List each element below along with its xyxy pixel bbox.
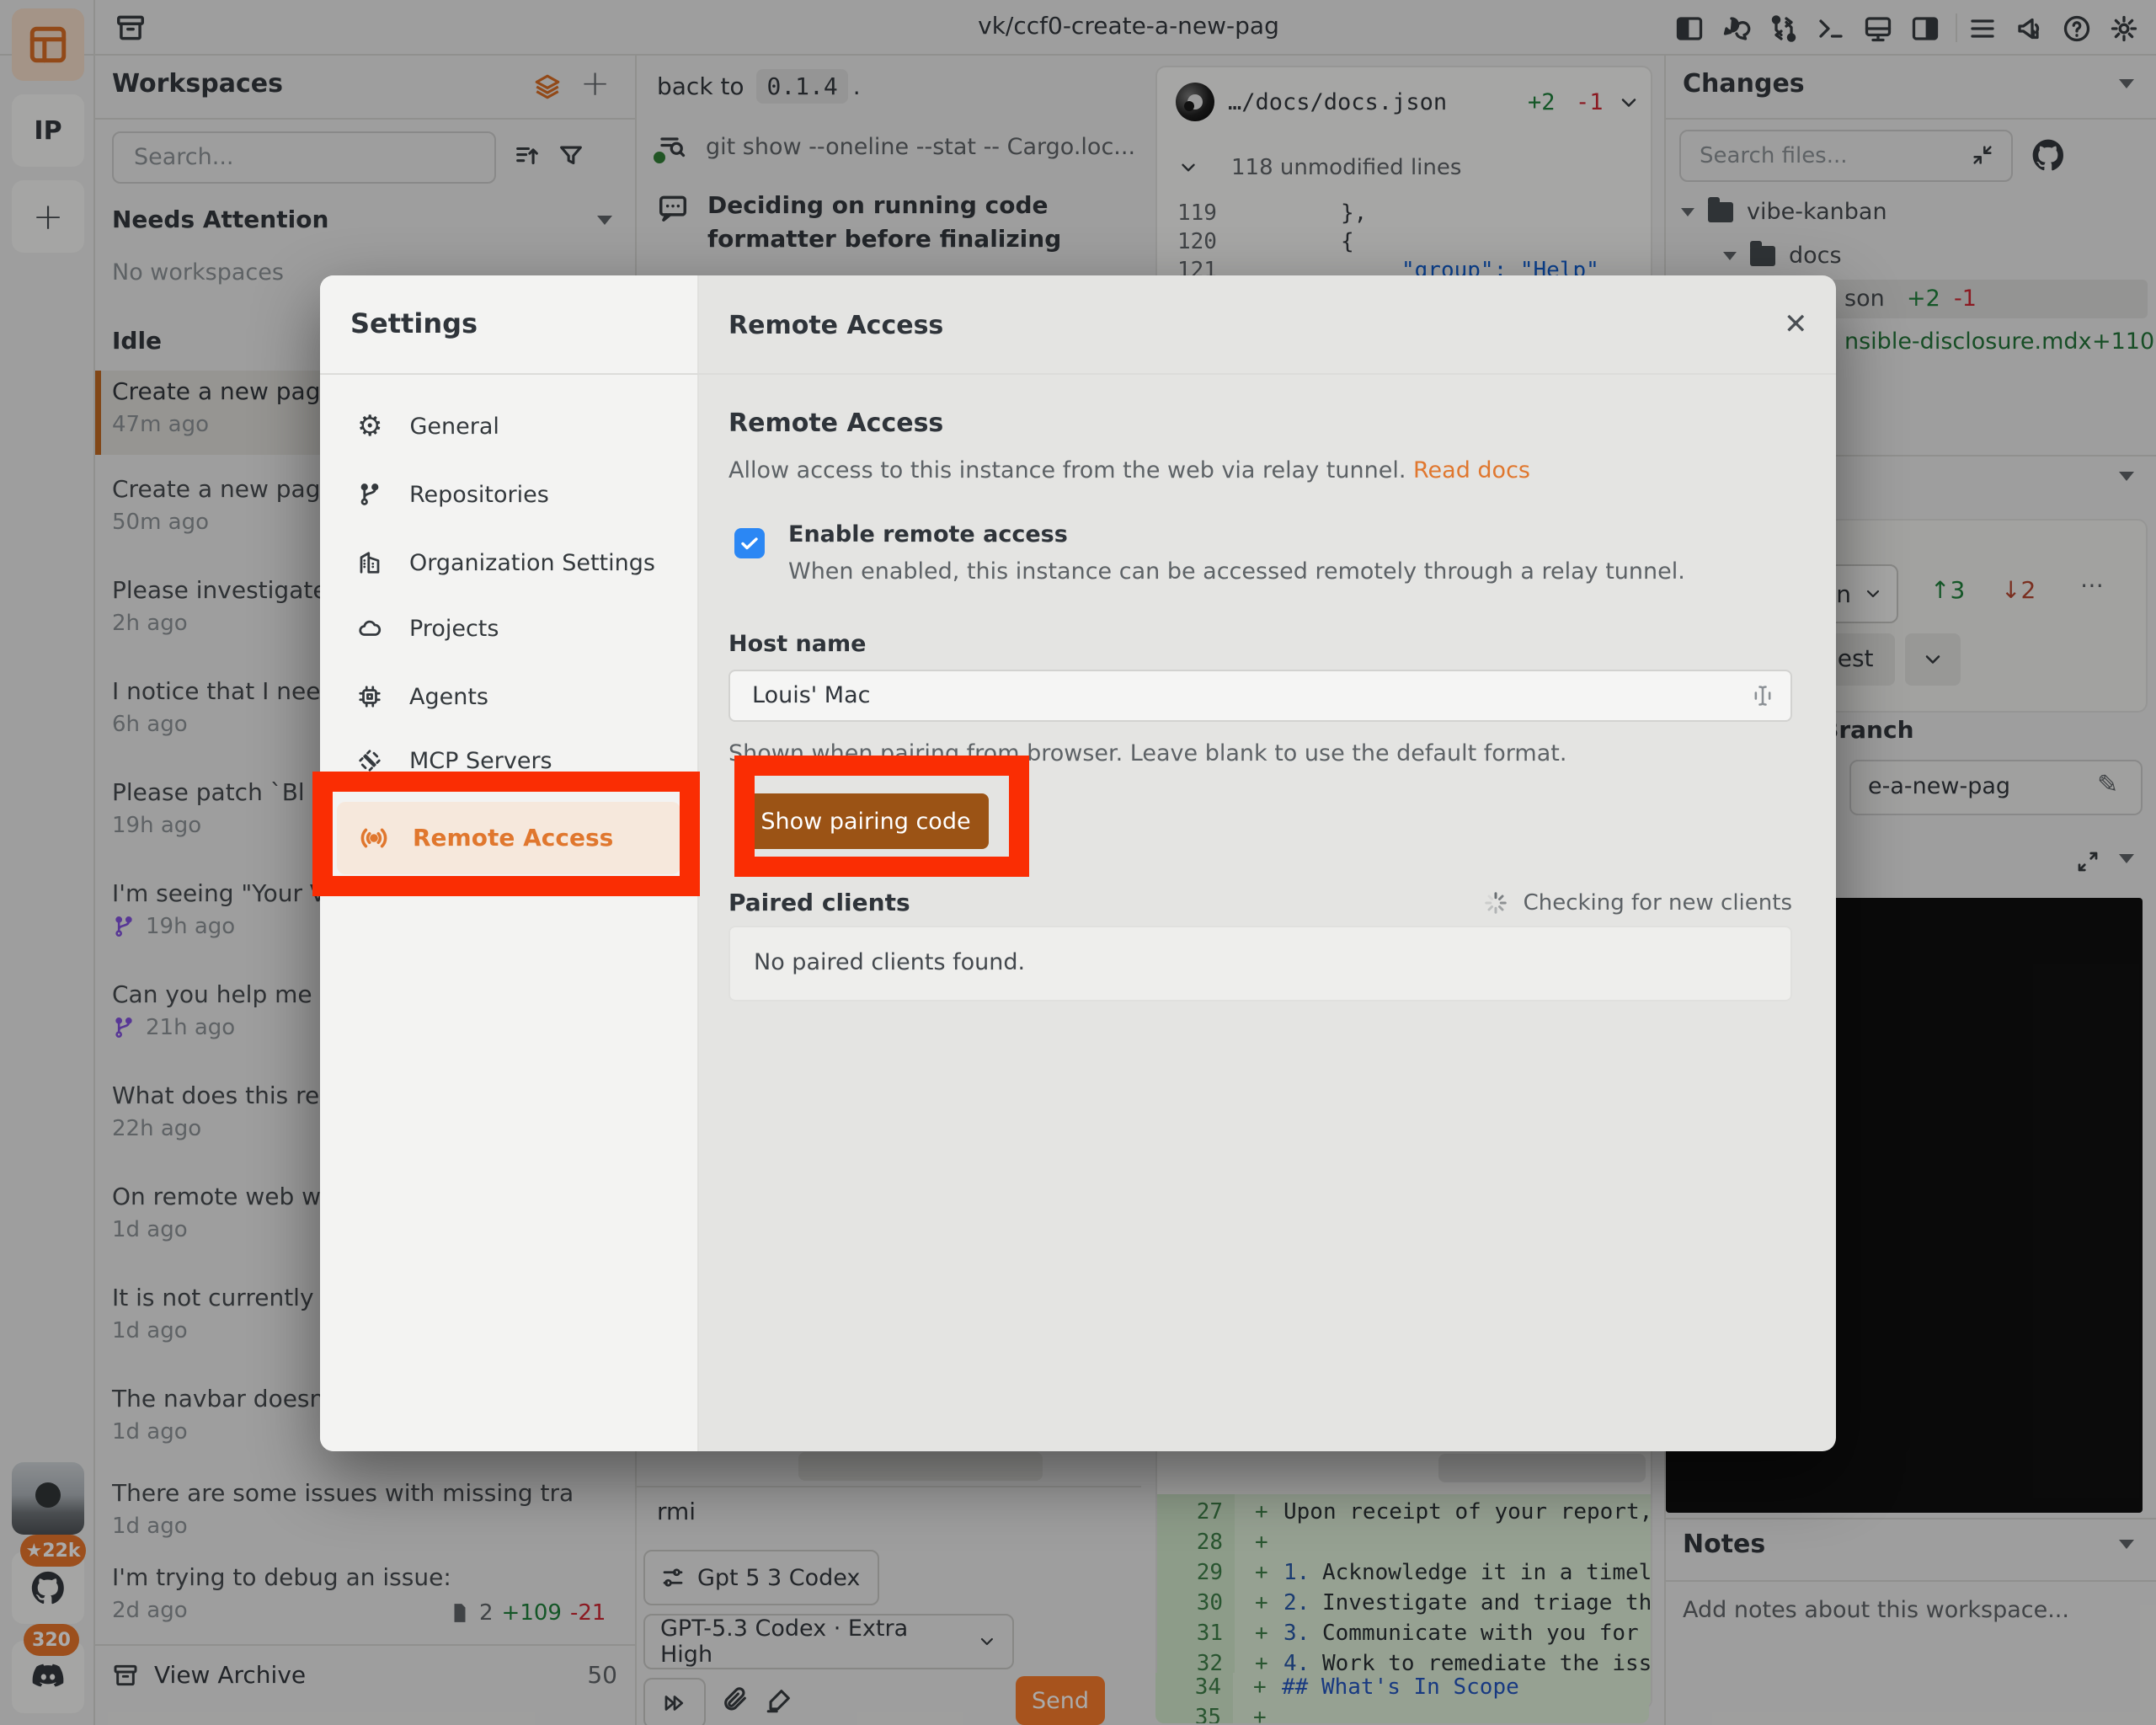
close-button[interactable]: ✕ (1784, 307, 1808, 341)
checking-clients-row: Checking for new clients (1230, 890, 1792, 916)
text-cursor-input-icon (1751, 684, 1774, 708)
paired-clients-box: No paired clients found. (728, 926, 1792, 1001)
gear-icon: ⚙ (357, 409, 382, 443)
annotation-box-show-pairing-code (734, 756, 1029, 877)
chip-icon (357, 684, 382, 709)
nav-item-label: MCP Servers (409, 748, 552, 774)
host-name-value: Louis' Mac (752, 682, 870, 708)
nav-item-label: Repositories (409, 482, 549, 508)
nav-item-agents[interactable]: Agents (357, 669, 488, 724)
branch-icon (357, 482, 382, 507)
check-icon (739, 533, 760, 553)
annotation-box-remote-access (312, 772, 700, 896)
settings-title: Settings (350, 307, 478, 339)
nav-item-general[interactable]: ⚙ General (357, 398, 499, 454)
nav-item-label: General (409, 414, 499, 440)
paired-clients-empty: No paired clients found. (754, 949, 1025, 975)
spinner-icon (1483, 890, 1508, 916)
enable-remote-access-label: Enable remote access (788, 521, 1068, 547)
building-icon (357, 550, 382, 575)
paired-clients-title: Paired clients (728, 889, 910, 916)
remote-access-section-title: Remote Access (728, 409, 943, 438)
nav-item-label: Agents (409, 684, 488, 710)
nav-item-repositories[interactable]: Repositories (357, 467, 549, 522)
host-name-input[interactable]: Louis' Mac (728, 670, 1792, 722)
checking-clients-label: Checking for new clients (1524, 890, 1792, 916)
enable-remote-access-checkbox[interactable] (734, 528, 765, 558)
description-text: Allow access to this instance from the w… (728, 457, 1413, 483)
plug-icon (357, 748, 382, 773)
remote-access-description: Allow access to this instance from the w… (728, 457, 1530, 483)
nav-item-projects[interactable]: Projects (357, 601, 499, 656)
cloud-icon (357, 616, 382, 641)
enable-remote-access-sub: When enabled, this instance can be acces… (788, 558, 1685, 585)
modal-title: Remote Access (728, 311, 943, 340)
nav-item-label: Projects (409, 616, 499, 642)
host-name-label: Host name (728, 631, 866, 657)
app-root: vk/ccf0-create-a-new-pag IP + ★22k 320 (0, 0, 2156, 1725)
read-docs-link[interactable]: Read docs (1413, 457, 1530, 483)
nav-item-organization-settings[interactable]: Organization Settings (357, 535, 655, 590)
nav-item-label: Organization Settings (409, 550, 655, 576)
modal-header-divider (320, 373, 1836, 375)
